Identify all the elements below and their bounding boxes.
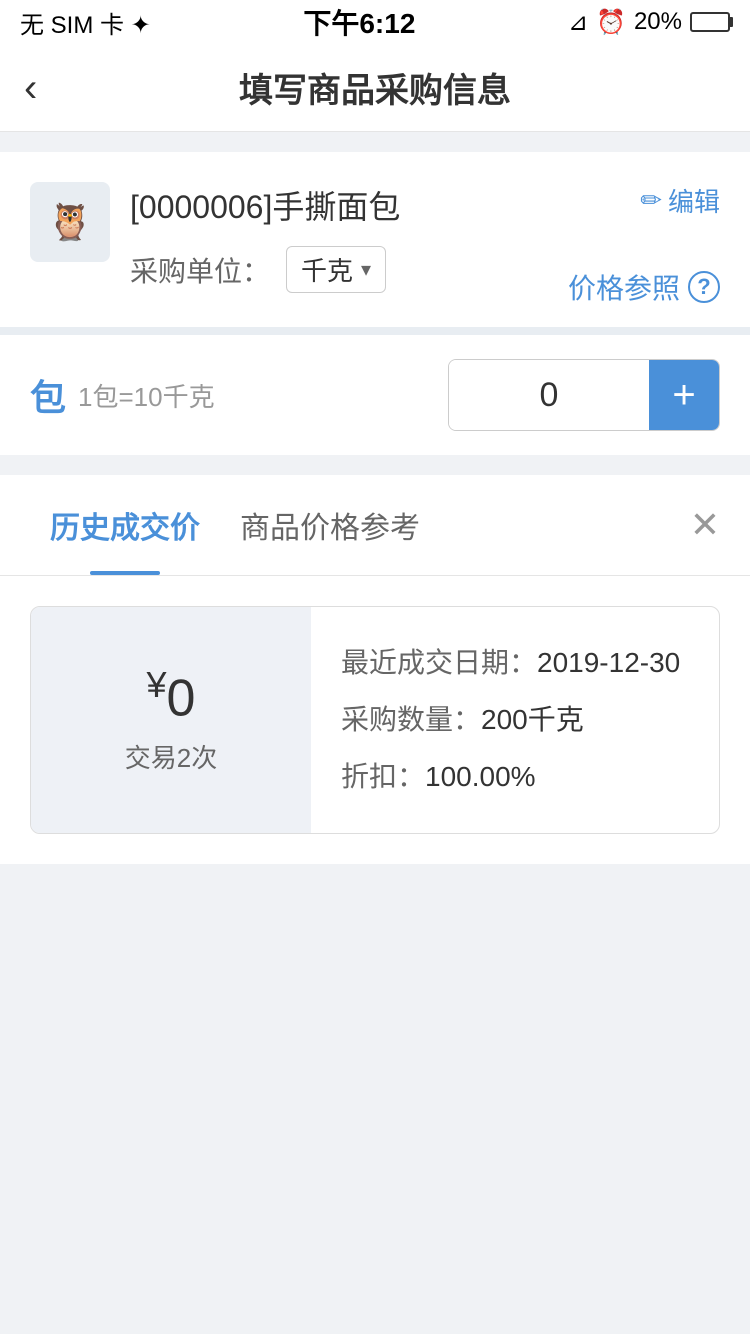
transaction-date-row: 最近成交日期：2019-12-30 — [341, 643, 689, 682]
quantity-unit-info: 包 1包=10千克 — [30, 369, 215, 421]
unit-select[interactable]: 千克 ▾ — [286, 246, 386, 293]
transaction-date-label: 最近成交日期： — [341, 647, 537, 678]
product-card: 🦉 [0000006]手撕面包 采购单位： 千克 ▾ ✏ 编辑 — [0, 152, 750, 327]
alarm-icon: ⏰ — [596, 8, 626, 37]
panel-section: 历史成交价 商品价格参考 ✕ ¥0 交易2次 最近成交日期：2019-12-30… — [0, 475, 750, 864]
status-right: ⊿ ⏰ 20% — [568, 8, 730, 37]
quantity-unit-sub: 1包=10千克 — [78, 377, 215, 414]
tab-product-price-ref[interactable]: 商品价格参考 — [220, 475, 440, 575]
transaction-qty-row: 采购数量：200千克 — [341, 700, 689, 739]
quantity-plus-button[interactable]: + — [649, 360, 719, 430]
card-right-actions: ✏ 编辑 价格参照 ? — [568, 182, 720, 307]
product-details: [0000006]手撕面包 采购单位： 千克 ▾ — [130, 182, 400, 293]
back-button[interactable]: ‹ — [24, 68, 37, 108]
panel-tabs: 历史成交价 商品价格参考 ✕ — [0, 475, 750, 576]
battery-icon — [690, 12, 730, 32]
location-icon: ⊿ — [568, 8, 588, 37]
price-reference-button[interactable]: 价格参照 ? — [568, 267, 720, 307]
status-bar: 无 SIM 卡 ✦ 下午6:12 ⊿ ⏰ 20% — [0, 0, 750, 44]
battery-percent: 20% — [634, 8, 682, 36]
product-logo-icon: 🦉 — [48, 201, 93, 243]
transaction-qty-value: 200千克 — [481, 704, 584, 735]
transaction-price-summary: ¥0 交易2次 — [31, 607, 311, 833]
transaction-count: 交易2次 — [125, 738, 217, 775]
transaction-discount-value: 100.00% — [425, 761, 536, 792]
unit-label: 采购单位： — [130, 250, 270, 290]
unit-row: 采购单位： 千克 ▾ — [130, 246, 400, 293]
dropdown-arrow-icon: ▾ — [361, 257, 371, 282]
edit-button[interactable]: ✏ 编辑 — [640, 182, 720, 219]
transaction-discount-row: 折扣：100.00% — [341, 757, 689, 796]
status-time: 下午6:12 — [303, 2, 415, 42]
product-image: 🦉 — [30, 182, 110, 262]
quantity-input-area: + — [448, 359, 720, 431]
transaction-card: ¥0 交易2次 最近成交日期：2019-12-30 采购数量：200千克 折扣：… — [30, 606, 720, 834]
price-ref-label: 价格参照 — [568, 267, 680, 307]
page-header: ‹ 填写商品采购信息 — [0, 44, 750, 132]
info-icon: ? — [688, 271, 720, 303]
transaction-qty-label: 采购数量： — [341, 704, 481, 735]
status-left: 无 SIM 卡 ✦ — [20, 5, 151, 40]
quantity-row: 包 1包=10千克 + — [0, 335, 750, 455]
panel-body: ¥0 交易2次 最近成交日期：2019-12-30 采购数量：200千克 折扣：… — [0, 576, 750, 864]
tab-history-price[interactable]: 历史成交价 — [30, 475, 220, 575]
sim-signal-label: 无 SIM 卡 ✦ — [20, 5, 151, 40]
edit-icon: ✏ — [640, 185, 662, 216]
quantity-input[interactable] — [449, 360, 649, 430]
currency-symbol: ¥ — [147, 664, 167, 705]
unit-value: 千克 — [301, 251, 353, 288]
page-title: 填写商品采购信息 — [239, 63, 511, 112]
product-name: [0000006]手撕面包 — [130, 182, 400, 228]
transaction-date-value: 2019-12-30 — [537, 647, 680, 678]
quantity-unit-box: 包 — [30, 369, 66, 421]
transaction-discount-label: 折扣： — [341, 761, 425, 792]
transaction-price: ¥0 — [147, 664, 196, 728]
transaction-details: 最近成交日期：2019-12-30 采购数量：200千克 折扣：100.00% — [311, 607, 719, 833]
section-divider — [0, 327, 750, 335]
edit-label: 编辑 — [668, 182, 720, 219]
panel-close-button[interactable]: ✕ — [690, 504, 720, 546]
